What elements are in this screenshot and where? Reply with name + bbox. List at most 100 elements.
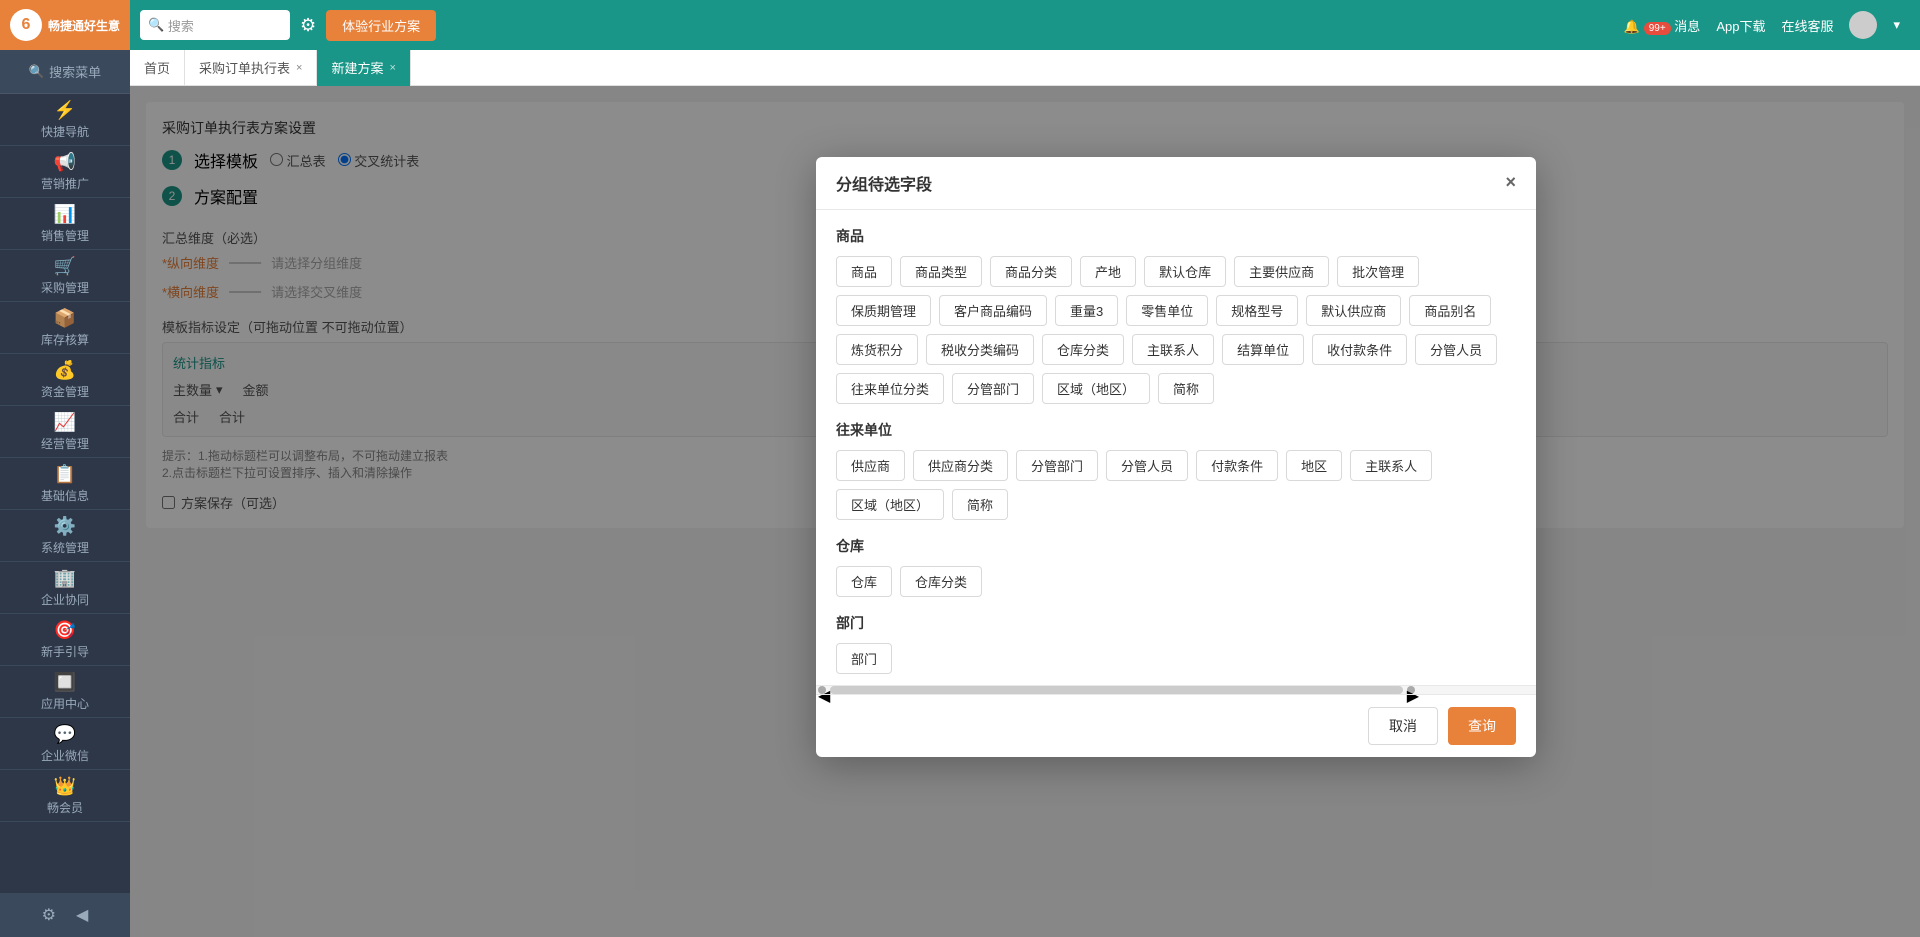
field-tag-简称[interactable]: 简称	[952, 489, 1008, 520]
app-download-link[interactable]: App下载	[1716, 16, 1765, 35]
message-icon[interactable]: 🔔 99+ 消息	[1624, 16, 1700, 35]
logo-icon: 6	[10, 9, 42, 41]
section-partner: 往来单位供应商供应商分类分管部门分管人员付款条件地区主联系人区域（地区）简称	[836, 420, 1516, 520]
hscroll-left-arrow[interactable]: ◀	[818, 686, 826, 694]
sidebar-item-basic[interactable]: 📋基础信息	[0, 458, 130, 510]
guide-label: 新手引导	[41, 643, 89, 660]
header-search[interactable]: 🔍 搜索	[140, 10, 290, 40]
avatar[interactable]	[1849, 11, 1877, 39]
sidebar-item-system[interactable]: ⚙️系统管理	[0, 510, 130, 562]
sidebar-item-sales[interactable]: 📊销售管理	[0, 198, 130, 250]
tab-bar: 首页 采购订单执行表 × 新建方案 ×	[130, 50, 1920, 86]
field-tag-主联系人[interactable]: 主联系人	[1350, 450, 1432, 481]
cancel-button[interactable]: 取消	[1368, 707, 1438, 745]
sidebar-item-purchase[interactable]: 🛒 采购管理	[0, 250, 130, 302]
field-tag-默认供应商[interactable]: 默认供应商	[1306, 295, 1401, 326]
online-service-link[interactable]: 在线客服	[1781, 16, 1833, 35]
sidebar-bottom: ⚙ ◀	[0, 893, 130, 937]
field-tag-仓库分类[interactable]: 仓库分类	[1042, 334, 1124, 365]
tab-home[interactable]: 首页	[130, 50, 185, 86]
field-tag-默认仓库[interactable]: 默认仓库	[1144, 256, 1226, 287]
purchase-label: 采购管理	[41, 279, 89, 296]
dialog-close-btn[interactable]: ×	[1505, 172, 1516, 193]
purchase-icon: 🛒	[54, 256, 76, 277]
field-tag-重量3[interactable]: 重量3	[1055, 295, 1118, 326]
settings-icon[interactable]: ⚙	[42, 905, 56, 925]
hscroll-right-arrow[interactable]: ▶	[1407, 686, 1415, 694]
field-tag-结算单位[interactable]: 结算单位	[1222, 334, 1304, 365]
guide-icon: 🎯	[54, 620, 76, 641]
field-tag-仓库分类[interactable]: 仓库分类	[900, 566, 982, 597]
dialog-horizontal-scrollbar[interactable]: ◀ ▶	[816, 685, 1536, 694]
sidebar-item-quick-nav[interactable]: ⚡快捷导航	[0, 94, 130, 146]
section-title-warehouse: 仓库	[836, 536, 1516, 556]
field-tag-部门[interactable]: 部门	[836, 643, 892, 674]
confirm-button[interactable]: 查询	[1448, 707, 1516, 745]
section-title-goods: 商品	[836, 226, 1516, 246]
sidebar-nav: ⚡快捷导航📢营销推广📊销售管理 🛒 采购管理 📦库存核算💰资金管理📈经营管理📋基础信息…	[0, 94, 130, 822]
field-tag-产地[interactable]: 产地	[1080, 256, 1136, 287]
sidebar-item-member[interactable]: 👑畅会员	[0, 770, 130, 822]
field-tag-规格型号[interactable]: 规格型号	[1216, 295, 1298, 326]
menu-collapse-icon[interactable]: ◀	[76, 905, 88, 925]
tab-close-purchase-exec[interactable]: ×	[296, 62, 302, 74]
apps-icon: 🔲	[54, 672, 76, 693]
field-tag-批次管理[interactable]: 批次管理	[1337, 256, 1419, 287]
field-tag-供应商分类[interactable]: 供应商分类	[913, 450, 1008, 481]
field-tag-区域（地区）[interactable]: 区域（地区）	[1042, 373, 1150, 404]
sidebar-item-wechat[interactable]: 💬 企业微信	[0, 718, 130, 770]
app-logo: 6 畅捷通好生意	[0, 0, 130, 50]
field-tag-区域（地区）[interactable]: 区域（地区）	[836, 489, 944, 520]
field-tag-分管人员[interactable]: 分管人员	[1106, 450, 1188, 481]
field-tag-分管部门[interactable]: 分管部门	[952, 373, 1034, 404]
sidebar-item-apps[interactable]: 🔲应用中心	[0, 666, 130, 718]
field-tag-炼货积分[interactable]: 炼货积分	[836, 334, 918, 365]
field-tag-主要供应商[interactable]: 主要供应商	[1234, 256, 1329, 287]
experience-btn[interactable]: 体验行业方案	[326, 10, 436, 41]
sidebar-item-corp[interactable]: 🏢企业协同	[0, 562, 130, 614]
field-tag-保质期管理[interactable]: 保质期管理	[836, 295, 931, 326]
user-expand-icon[interactable]: ▾	[1893, 17, 1900, 33]
field-tag-客户商品编码[interactable]: 客户商品编码	[939, 295, 1047, 326]
sidebar-item-guide[interactable]: 🎯 新手引导	[0, 614, 130, 666]
field-tag-商品分类[interactable]: 商品分类	[990, 256, 1072, 287]
tab-label-home: 首页	[144, 58, 170, 77]
hscroll-thumb[interactable]	[830, 686, 1403, 694]
field-tag-供应商[interactable]: 供应商	[836, 450, 905, 481]
member-icon: 👑	[54, 776, 76, 797]
field-tag-主联系人[interactable]: 主联系人	[1132, 334, 1214, 365]
field-tag-分管部门[interactable]: 分管部门	[1016, 450, 1098, 481]
field-tag-税收分类编码[interactable]: 税收分类编码	[926, 334, 1034, 365]
tab-label-new-plan: 新建方案	[331, 58, 383, 77]
field-tag-付款条件[interactable]: 付款条件	[1196, 450, 1278, 481]
field-tag-商品类型[interactable]: 商品类型	[900, 256, 982, 287]
sidebar-item-inventory[interactable]: 📦库存核算	[0, 302, 130, 354]
tab-purchase-exec[interactable]: 采购订单执行表 ×	[185, 50, 317, 86]
sidebar-item-finance[interactable]: 💰资金管理	[0, 354, 130, 406]
field-tag-简称[interactable]: 简称	[1158, 373, 1214, 404]
tab-new-plan[interactable]: 新建方案 ×	[317, 50, 410, 86]
tab-label-purchase-exec: 采购订单执行表	[199, 58, 290, 77]
field-tag-商品[interactable]: 商品	[836, 256, 892, 287]
search-placeholder: 搜索	[168, 16, 194, 35]
section-department: 部门部门	[836, 613, 1516, 674]
sidebar-search[interactable]: 🔍 搜索菜单	[0, 50, 130, 94]
field-tag-分管人员[interactable]: 分管人员	[1415, 334, 1497, 365]
sales-icon: 📊	[54, 204, 76, 225]
field-tag-收付款条件[interactable]: 收付款条件	[1312, 334, 1407, 365]
wechat-label: 企业微信	[41, 747, 89, 764]
field-tag-零售单位[interactable]: 零售单位	[1126, 295, 1208, 326]
field-tag-仓库[interactable]: 仓库	[836, 566, 892, 597]
field-tag-商品别名[interactable]: 商品别名	[1409, 295, 1491, 326]
basic-label: 基础信息	[41, 487, 89, 504]
field-select-dialog: 分组待选字段 × 商品商品商品类型商品分类产地默认仓库主要供应商批次管理保质期管…	[816, 157, 1536, 757]
gear-icon[interactable]: ⚙	[300, 15, 316, 36]
sidebar-item-marketing[interactable]: 📢营销推广	[0, 146, 130, 198]
tab-close-new-plan[interactable]: ×	[389, 62, 395, 74]
field-tag-地区[interactable]: 地区	[1286, 450, 1342, 481]
wechat-icon: 💬	[54, 724, 76, 745]
system-icon: ⚙️	[54, 516, 76, 537]
finance-icon: 💰	[54, 360, 76, 381]
sidebar-item-operation[interactable]: 📈经营管理	[0, 406, 130, 458]
field-tag-往来单位分类[interactable]: 往来单位分类	[836, 373, 944, 404]
